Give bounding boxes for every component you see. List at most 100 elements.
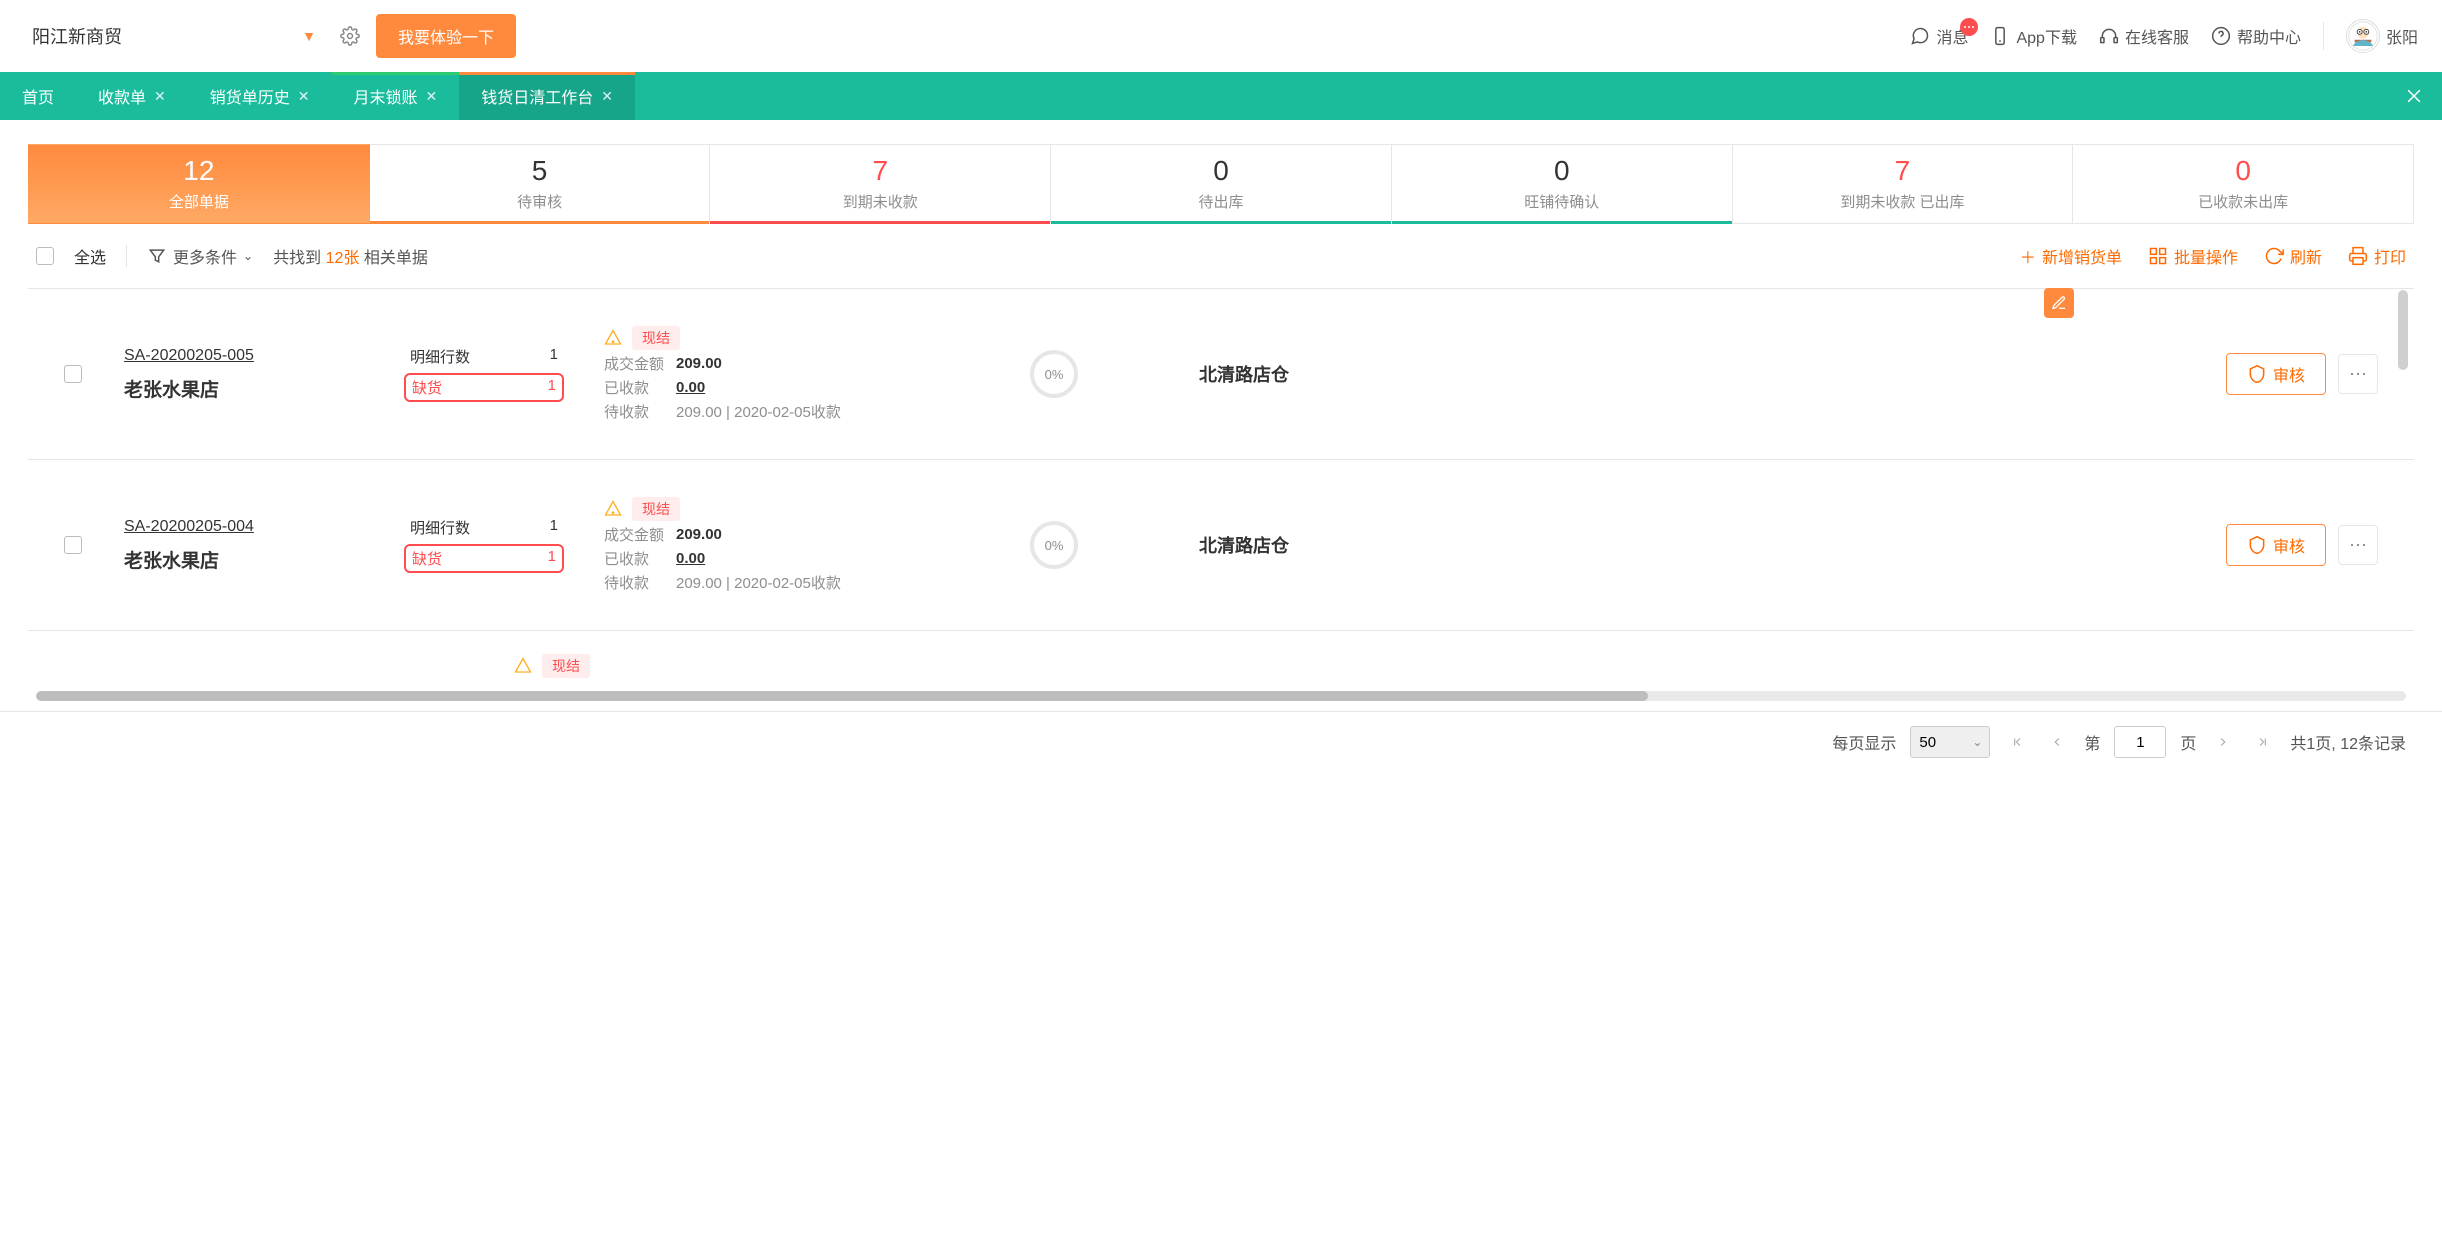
per-page-select[interactable]: 50: [1910, 726, 1990, 758]
warehouse-name: 北清路店仓: [1144, 361, 1344, 387]
tab-label: 钱货日清工作台: [481, 84, 593, 108]
last-page-button[interactable]: [2250, 729, 2276, 755]
app-download-link[interactable]: App下载: [1990, 24, 2076, 48]
stat-label: 待出库: [1199, 191, 1244, 212]
divider: [126, 245, 127, 267]
more-filters-button[interactable]: 更多条件 ⌄: [147, 244, 253, 268]
stat-card-4[interactable]: 0旺铺待确认: [1392, 144, 1733, 224]
tab-2[interactable]: 销货单历史✕: [188, 72, 332, 120]
toolbar-actions: ＋ 新增销货单 批量操作 刷新 打印: [2020, 244, 2406, 268]
stockout-count: 1: [548, 377, 556, 398]
order-row: SA-20200205-005老张水果店明细行数1缺货1现结成交金额209.00…: [28, 288, 2414, 459]
scrollbar-thumb[interactable]: [36, 691, 1648, 701]
close-icon[interactable]: ✕: [426, 88, 438, 105]
help-icon: [2211, 26, 2231, 46]
stat-card-2[interactable]: 7到期未收款: [710, 144, 1051, 224]
list-toolbar: 全选 更多条件 ⌄ 共找到 12张 相关单据 ＋ 新增销货单 批量操作 刷新 打…: [0, 224, 2442, 288]
pending-label: 待收款: [604, 401, 666, 422]
stat-card-1[interactable]: 5待审核: [370, 144, 711, 224]
shield-icon: [2247, 535, 2267, 555]
online-cs-link[interactable]: 在线客服: [2099, 24, 2189, 48]
prev-page-button[interactable]: [2044, 729, 2070, 755]
received-value[interactable]: 0.00: [676, 379, 705, 396]
more-button[interactable]: ⋯: [2338, 354, 2378, 394]
audit-label: 审核: [2273, 533, 2305, 557]
more-button[interactable]: ⋯: [2338, 525, 2378, 565]
order-id-col: SA-20200205-004 老张水果店: [124, 518, 364, 573]
phone-icon: [1990, 26, 2010, 46]
messages-link[interactable]: 消息: [1910, 24, 1968, 48]
stat-card-0[interactable]: 12全部单据: [28, 144, 370, 224]
next-page-button[interactable]: [2210, 729, 2236, 755]
audit-button[interactable]: 审核: [2226, 353, 2326, 395]
grid-icon: [2148, 246, 2168, 266]
row-checkbox[interactable]: [64, 536, 82, 554]
found-count: 12张: [326, 250, 360, 267]
edit-button[interactable]: [2044, 288, 2074, 318]
amount-col: 现结成交金额209.00已收款0.00待收款209.00 | 2020-02-0…: [604, 494, 964, 596]
gear-icon[interactable]: [340, 26, 360, 46]
received-label: 已收款: [604, 548, 666, 569]
lines-col: 明细行数1缺货1: [404, 346, 564, 402]
chevron-down-icon: ⌄: [243, 249, 253, 263]
print-label: 打印: [2374, 244, 2406, 268]
row-actions: 审核 ⋯: [2226, 353, 2378, 395]
company-name: 阳江新商贸: [32, 23, 122, 49]
help-center-link[interactable]: 帮助中心: [2211, 24, 2301, 48]
received-value[interactable]: 0.00: [676, 550, 705, 567]
headset-icon: [2099, 26, 2119, 46]
stockout-count: 1: [548, 548, 556, 569]
amount-value: 209.00: [676, 526, 722, 543]
add-order-button[interactable]: ＋ 新增销货单: [2020, 244, 2122, 268]
try-button[interactable]: 我要体验一下: [376, 14, 516, 58]
progress-col: 0%: [1004, 521, 1104, 569]
select-all-checkbox[interactable]: [36, 247, 54, 265]
close-icon[interactable]: ✕: [154, 88, 166, 105]
stat-card-3[interactable]: 0待出库: [1051, 144, 1392, 224]
more-filters-label: 更多条件: [173, 244, 237, 268]
stat-label: 全部单据: [169, 191, 229, 212]
tab-1[interactable]: 收款单✕: [76, 72, 188, 120]
scrollbar-horizontal[interactable]: [36, 691, 2406, 701]
stat-card-6[interactable]: 0已收款未出库: [2073, 144, 2414, 224]
tab-label: 首页: [22, 84, 54, 108]
first-page-button[interactable]: [2004, 729, 2030, 755]
order-link[interactable]: SA-20200205-005: [124, 347, 254, 364]
batch-button[interactable]: 批量操作: [2148, 244, 2238, 268]
print-button[interactable]: 打印: [2348, 244, 2406, 268]
stat-num: 0: [1554, 157, 1570, 185]
pending-value: 209.00 | 2020-02-05收款: [676, 572, 841, 593]
row-checkbox[interactable]: [64, 365, 82, 383]
tab-0[interactable]: 首页: [0, 72, 76, 120]
tab-4[interactable]: 钱货日清工作台 ✕: [459, 72, 635, 120]
customer-name: 老张水果店: [124, 546, 364, 573]
user-profile[interactable]: 张阳: [2346, 19, 2418, 53]
refresh-label: 刷新: [2290, 244, 2322, 268]
tab-label: 月末锁账: [354, 84, 418, 108]
progress-ring: 0%: [1030, 350, 1078, 398]
stat-card-5[interactable]: 7到期未收款 已出库: [1733, 144, 2074, 224]
chevron-down-icon: ▼: [302, 28, 316, 44]
batch-label: 批量操作: [2174, 244, 2238, 268]
refresh-icon: [2264, 246, 2284, 266]
company-select[interactable]: 阳江新商贸 ▼: [24, 19, 324, 53]
divider: [2323, 22, 2324, 50]
order-link[interactable]: SA-20200205-004: [124, 518, 254, 535]
close-all-tabs[interactable]: [2386, 72, 2442, 120]
refresh-button[interactable]: 刷新: [2264, 244, 2322, 268]
page-input[interactable]: [2114, 726, 2166, 758]
add-order-label: 新增销货单: [2042, 244, 2122, 268]
order-list: SA-20200205-005老张水果店明细行数1缺货1现结成交金额209.00…: [28, 288, 2414, 681]
found-prefix: 共找到: [273, 250, 321, 267]
lines-count: 1: [550, 517, 558, 538]
tab-accent: [459, 72, 635, 75]
close-icon[interactable]: ✕: [298, 88, 310, 105]
tab-3[interactable]: 月末锁账 ✕: [332, 72, 460, 120]
tab-accent: [332, 72, 460, 75]
stat-accent: [1051, 221, 1391, 224]
close-icon[interactable]: ✕: [601, 88, 613, 105]
select-all-label: 全选: [74, 244, 106, 268]
audit-button[interactable]: 审核: [2226, 524, 2326, 566]
stat-num: 7: [873, 157, 889, 185]
lines-count: 1: [550, 346, 558, 367]
